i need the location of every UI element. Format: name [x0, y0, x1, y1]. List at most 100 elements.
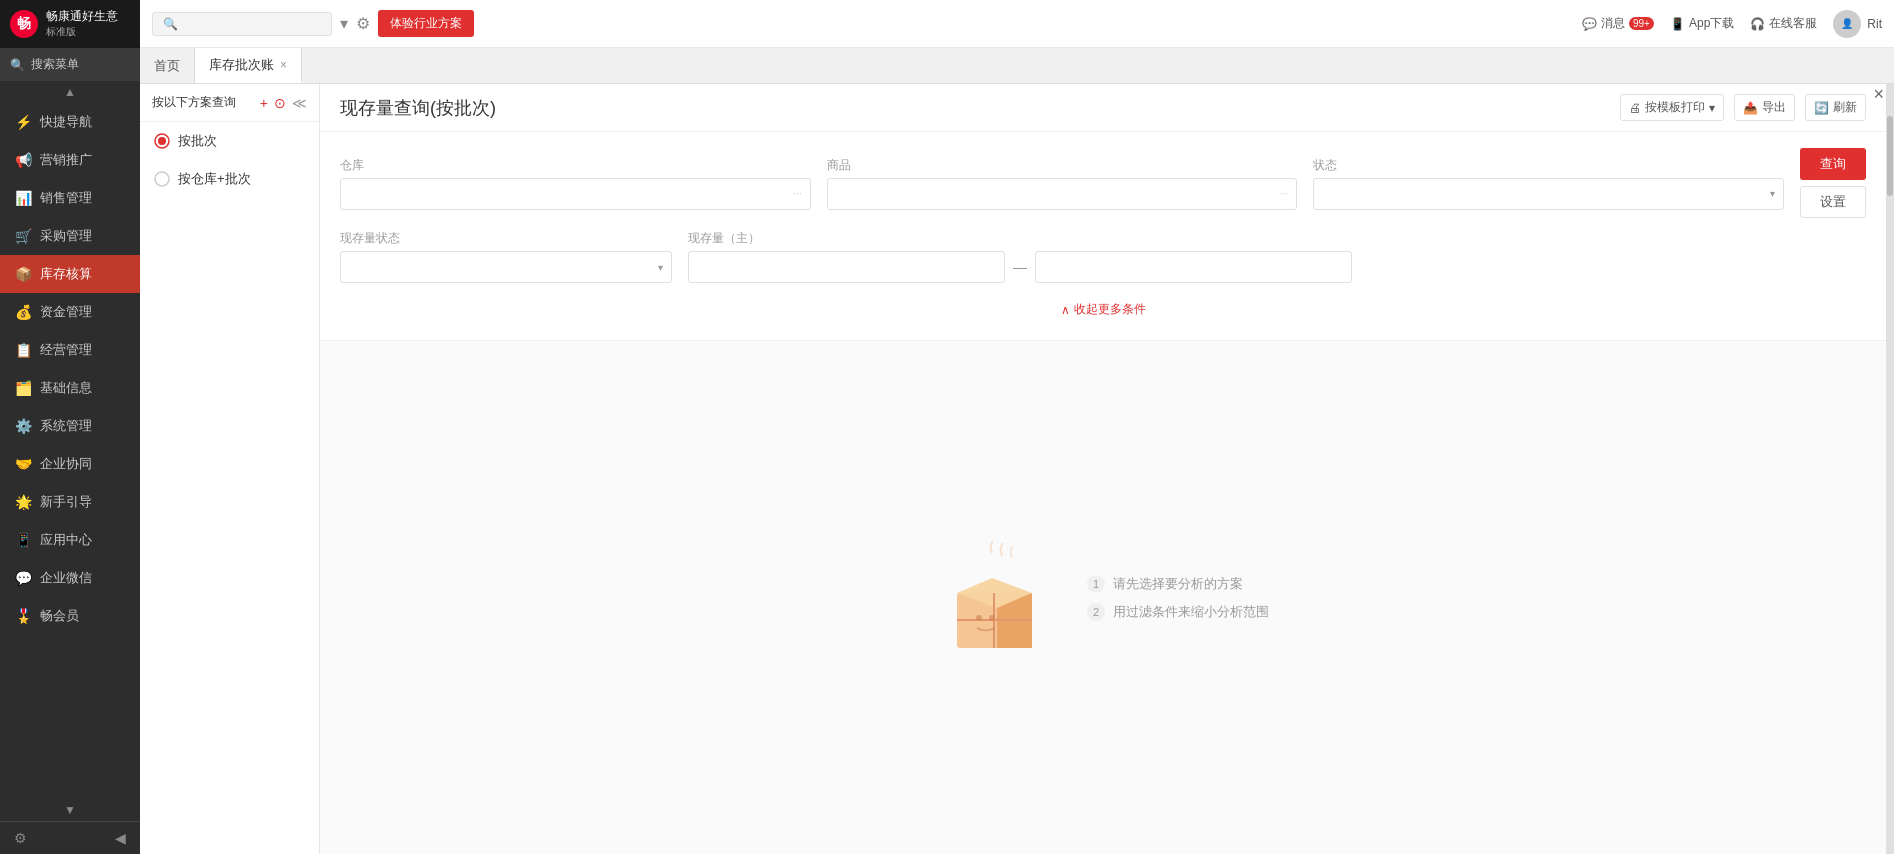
sidebar-item-shortcut[interactable]: ⚡ 快捷导航 — [0, 103, 140, 141]
sidebar-item-newbie[interactable]: 🌟 新手引导 — [0, 483, 140, 521]
sidebar-item-finance[interactable]: 💰 资金管理 — [0, 293, 140, 331]
page-title: 现存量查询(按批次) — [340, 96, 496, 120]
left-panel-actions: + ⊙ ≪ — [260, 95, 307, 111]
stock-qty-field: 现存量（主） — — [688, 230, 1352, 283]
topbar-gear-settings[interactable]: ⚙ — [356, 14, 370, 33]
export-button[interactable]: 📤 导出 — [1734, 94, 1795, 121]
refresh-button[interactable]: 🔄 刷新 — [1805, 94, 1866, 121]
status-label: 状态 — [1313, 157, 1784, 174]
filter-by-batch-label: 按批次 — [178, 132, 217, 150]
radio-inactive-icon — [154, 171, 170, 187]
filter-by-batch[interactable]: 按批次 — [140, 122, 319, 160]
left-panel-header: 按以下方案查询 + ⊙ ≪ — [140, 84, 319, 122]
sidebar-item-system[interactable]: ⚙️ 系统管理 — [0, 407, 140, 445]
sidebar-item-purchase[interactable]: 🛒 采购管理 — [0, 217, 140, 255]
tip-number-2: 2 — [1087, 603, 1105, 621]
export-label: 导出 — [1762, 99, 1786, 116]
wechat-icon: 💬 — [14, 569, 32, 587]
left-panel-title: 按以下方案查询 — [152, 94, 236, 111]
sidebar-item-label: 销售管理 — [40, 189, 92, 207]
message-icon: 💬 — [1582, 17, 1597, 31]
sidebar-item-marketing[interactable]: 📢 营销推广 — [0, 141, 140, 179]
stock-status-field: 现存量状态 ▾ — [340, 230, 672, 283]
right-panel: 现存量查询(按批次) 🖨 按模板打印 ▾ 📤 导出 🔄 刷新 — [320, 84, 1886, 854]
sidebar-item-member[interactable]: 🎖️ 畅会员 — [0, 597, 140, 635]
right-scrollbar[interactable] — [1886, 84, 1894, 854]
user-area[interactable]: 👤 Rit — [1833, 10, 1882, 38]
sidebar-item-basics[interactable]: 🗂️ 基础信息 — [0, 369, 140, 407]
sidebar-scroll-down[interactable]: ▼ — [0, 799, 140, 821]
status-select[interactable]: ▾ — [1313, 178, 1784, 210]
app-subtitle: 标准版 — [46, 25, 118, 39]
stock-qty-min-wrap[interactable] — [688, 251, 1005, 283]
stock-qty-min[interactable] — [697, 260, 996, 274]
collapse-conditions[interactable]: ∧ 收起更多条件 — [340, 295, 1866, 324]
settings-button[interactable]: 设置 — [1800, 186, 1866, 218]
collapse-sidebar-icon[interactable]: ◀ — [115, 830, 126, 846]
warehouse-input[interactable] — [349, 187, 789, 201]
main-area: 🔍 ▾ ⚙ 体验行业方案 💬 消息 99+ 📱 App下载 🎧 在线客服 — [140, 0, 1894, 854]
sidebar-footer: ⚙ ◀ — [0, 821, 140, 854]
tab-inventory-batch[interactable]: 库存批次账 × — [195, 48, 302, 83]
sidebar-scroll-up[interactable]: ▲ — [0, 81, 140, 103]
warehouse-input-wrap[interactable]: ··· — [340, 178, 811, 210]
settings-footer-icon[interactable]: ⚙ — [14, 830, 27, 846]
topbar-search-bar[interactable]: 🔍 — [152, 12, 332, 36]
export-icon: 📤 — [1743, 101, 1758, 115]
sidebar-item-sales[interactable]: 📊 销售管理 — [0, 179, 140, 217]
svg-point-2 — [155, 172, 169, 186]
finance-icon: 💰 — [14, 303, 32, 321]
print-template-button[interactable]: 🖨 按模板打印 ▾ — [1620, 94, 1724, 121]
goods-input-wrap[interactable]: ··· — [827, 178, 1298, 210]
left-panel-collapse-icon[interactable]: ≪ — [292, 95, 307, 111]
form-buttons: 查询 设置 — [1800, 148, 1866, 218]
topbar-gear-icon[interactable]: ▾ — [340, 14, 348, 33]
status-field: 状态 ▾ — [1313, 157, 1784, 210]
stock-qty-max[interactable] — [1044, 260, 1343, 274]
sidebar-item-label: 经营管理 — [40, 341, 92, 359]
sidebar-item-label: 基础信息 — [40, 379, 92, 397]
tip-item-2: 2 用过滤条件来缩小分析范围 — [1087, 603, 1269, 621]
sidebar-nav: ⚡ 快捷导航 📢 营销推广 📊 销售管理 🛒 采购管理 📦 库存核算 💰 资金管… — [0, 103, 140, 799]
newbie-icon: 🌟 — [14, 493, 32, 511]
add-filter-icon[interactable]: + — [260, 95, 268, 111]
trial-button[interactable]: 体验行业方案 — [378, 10, 474, 37]
app-download-icon: 📱 — [1670, 17, 1685, 31]
sidebar-item-inventory[interactable]: 📦 库存核算 — [0, 255, 140, 293]
goods-dots: ··· — [1280, 188, 1288, 199]
sidebar-item-label: 应用中心 — [40, 531, 92, 549]
sidebar-search[interactable]: 🔍 搜索菜单 — [0, 48, 140, 81]
tab-close-icon[interactable]: × — [280, 58, 287, 72]
warehouse-label: 仓库 — [340, 157, 811, 174]
online-service-group[interactable]: 🎧 在线客服 — [1750, 15, 1817, 32]
empty-state: 1 请先选择要分析的方案 2 用过滤条件来缩小分析范围 — [320, 341, 1886, 854]
stock-qty-max-wrap[interactable] — [1035, 251, 1352, 283]
user-name: Rit — [1867, 17, 1882, 31]
stock-status-arrow: ▾ — [658, 262, 663, 273]
topbar: 🔍 ▾ ⚙ 体验行业方案 💬 消息 99+ 📱 App下载 🎧 在线客服 — [140, 0, 1894, 48]
left-panel: 按以下方案查询 + ⊙ ≪ 按批次 — [140, 84, 320, 854]
goods-input[interactable] — [836, 187, 1276, 201]
messages-label: 消息 — [1601, 15, 1625, 32]
tab-home[interactable]: 首页 — [140, 48, 195, 83]
page-actions: 🖨 按模板打印 ▾ 📤 导出 🔄 刷新 — [1620, 94, 1866, 121]
sidebar-item-enterprise[interactable]: 🤝 企业协同 — [0, 445, 140, 483]
goods-label: 商品 — [827, 157, 1298, 174]
query-button[interactable]: 查询 — [1800, 148, 1866, 180]
sidebar-item-wechat[interactable]: 💬 企业微信 — [0, 559, 140, 597]
member-icon: 🎖️ — [14, 607, 32, 625]
sidebar-item-apps[interactable]: 📱 应用中心 — [0, 521, 140, 559]
messages-group[interactable]: 💬 消息 99+ — [1582, 15, 1654, 32]
svg-point-9 — [976, 615, 982, 621]
query-form: 仓库 ··· 商品 ··· 状态 — [320, 132, 1886, 341]
app-download-group[interactable]: 📱 App下载 — [1670, 15, 1734, 32]
sidebar-item-operations[interactable]: 📋 经营管理 — [0, 331, 140, 369]
filter-settings-icon[interactable]: ⊙ — [274, 95, 286, 111]
close-panel-button[interactable]: × — [1873, 84, 1884, 105]
sidebar-item-label: 快捷导航 — [40, 113, 92, 131]
stock-status-select[interactable]: ▾ — [340, 251, 672, 283]
filter-by-warehouse-batch[interactable]: 按仓库+批次 — [140, 160, 319, 198]
warehouse-dots: ··· — [793, 188, 801, 199]
apps-icon: 📱 — [14, 531, 32, 549]
status-select-arrow: ▾ — [1770, 188, 1775, 199]
